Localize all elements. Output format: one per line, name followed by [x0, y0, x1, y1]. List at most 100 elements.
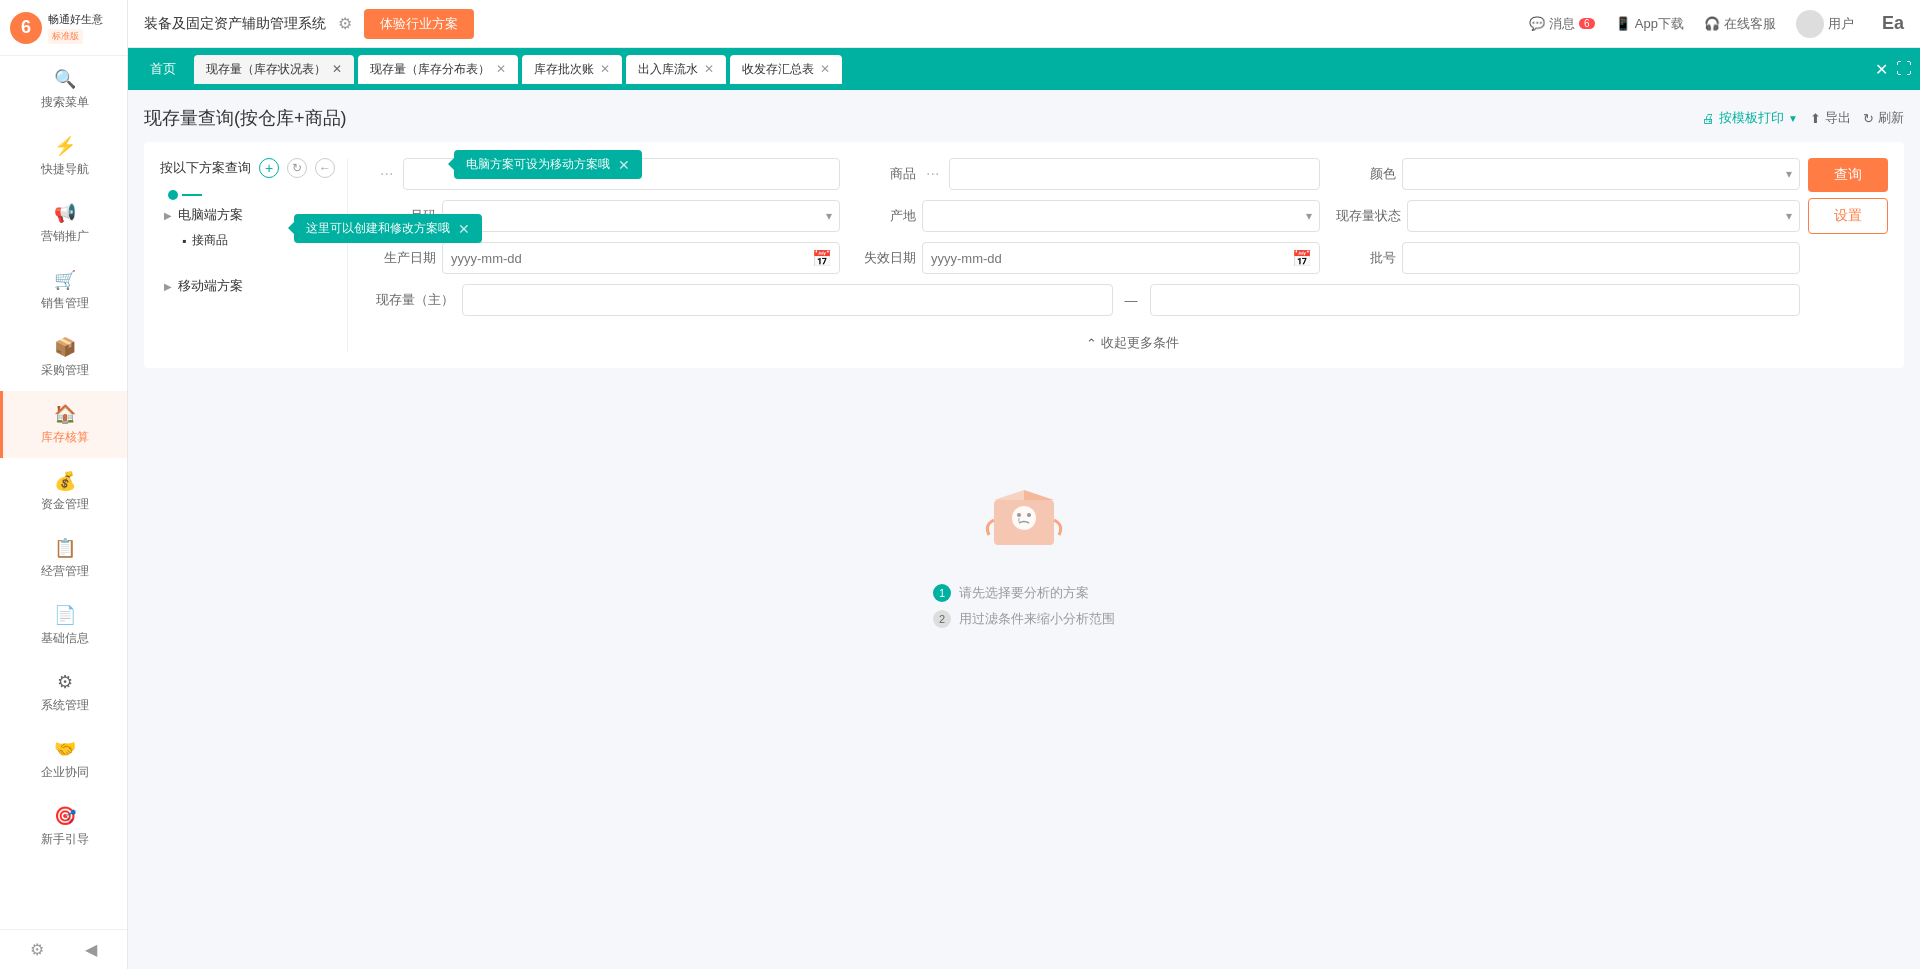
- stock-status-input[interactable]: [1407, 200, 1800, 232]
- sidebar-item-quick[interactable]: ⚡ 快捷导航: [0, 123, 127, 190]
- sidebar-item-marketing[interactable]: 📢 营销推广: [0, 190, 127, 257]
- message-icon: 💬: [1529, 16, 1545, 31]
- tab-batch-account[interactable]: 库存批次账 ✕: [522, 55, 622, 84]
- goods-select-wrap: [949, 158, 1320, 190]
- industry-plan-button[interactable]: 体验行业方案: [364, 9, 474, 39]
- tab-close-summary[interactable]: ✕: [820, 62, 830, 76]
- sidebar-item-inventory[interactable]: 🏠 库存核算: [0, 391, 127, 458]
- color-select-wrap: ▾: [1402, 158, 1800, 190]
- marketing-icon: 📢: [54, 202, 76, 224]
- tab-close-inventory-distribution[interactable]: ✕: [496, 62, 506, 76]
- batch-input[interactable]: [1402, 242, 1800, 274]
- tab-inout-flow[interactable]: 出入库流水 ✕: [626, 55, 726, 84]
- sidebar-item-guide[interactable]: 🎯 新手引导: [0, 793, 127, 860]
- color-input[interactable]: [1402, 158, 1800, 190]
- back-scheme-button[interactable]: ←: [315, 158, 335, 178]
- scheme-item-mobile[interactable]: ▶ 移动端方案: [160, 275, 335, 297]
- logo-area: 6 畅通好生意 标准版: [0, 0, 127, 56]
- app-download-button[interactable]: 📱 App下载: [1615, 15, 1684, 33]
- settings-icon[interactable]: ⚙: [338, 14, 352, 33]
- topbar-left: 装备及固定资产辅助管理系统 ⚙ 体验行业方案: [144, 9, 474, 39]
- empty-svg: [974, 460, 1074, 560]
- set-button[interactable]: 设置: [1808, 198, 1888, 234]
- refresh-button[interactable]: ↻ 刷新: [1863, 109, 1904, 127]
- chevron-down-icon: ▼: [1788, 113, 1798, 124]
- collab-icon: 🤝: [54, 738, 76, 760]
- tab-inventory-distribution[interactable]: 现存量（库存分布表） ✕: [358, 55, 518, 84]
- tab-close-batch-account[interactable]: ✕: [600, 62, 610, 76]
- tab-close-inventory-status[interactable]: ✕: [332, 62, 342, 76]
- goods-input[interactable]: [949, 158, 1320, 190]
- quick-icon: ⚡: [54, 135, 76, 157]
- avatar-icon: [1796, 10, 1824, 38]
- sidebar-item-search[interactable]: 🔍 搜索菜单: [0, 56, 127, 123]
- size-input[interactable]: [442, 200, 840, 232]
- message-button[interactable]: 💬 消息 6: [1529, 15, 1595, 33]
- prod-date-calendar-icon[interactable]: 📅: [812, 249, 832, 268]
- export-icon: ⬆: [1810, 111, 1821, 126]
- sidebar-item-purchase[interactable]: 📦 采购管理: [0, 324, 127, 391]
- sidebar-item-sales[interactable]: 🛒 销售管理: [0, 257, 127, 324]
- stock-main-from-input[interactable]: [462, 284, 1113, 316]
- refresh-scheme-button[interactable]: ↻: [287, 158, 307, 178]
- settings-bottom-icon[interactable]: ⚙: [30, 940, 44, 959]
- tooltip-scheme-edit: 这里可以创建和修改方案哦 ✕: [294, 214, 482, 243]
- filter-right: ··· 商品 ···: [360, 158, 1888, 352]
- tab-inventory-status[interactable]: 现存量（库存状况表） ✕: [194, 55, 354, 84]
- system-name: 装备及固定资产辅助管理系统: [144, 15, 326, 33]
- tab-fullscreen-icon[interactable]: ⛶: [1896, 60, 1912, 78]
- search-buttons: 查询 设置: [1808, 158, 1888, 234]
- page-header: 现存量查询(按仓库+商品) 🖨 按模板打印 ▼ ⬆ 导出 ↻ 刷新: [144, 106, 1904, 130]
- empty-tips: 1 请先选择要分析的方案 2 用过滤条件来缩小分析范围: [933, 580, 1115, 632]
- main-content: 装备及固定资产辅助管理系统 ⚙ 体验行业方案 💬 消息 6 📱 App下载 🎧 …: [128, 0, 1920, 969]
- printer-icon: 🖨: [1702, 111, 1715, 126]
- chevron-up-icon: ⌃: [1086, 336, 1097, 351]
- guide-icon: 🎯: [54, 805, 76, 827]
- filter-actions: ⌃ 收起更多条件: [376, 334, 1888, 352]
- tabbar-end: ✕ ⛶: [1875, 60, 1912, 79]
- arrow-icon-mobile: ▶: [164, 281, 172, 292]
- tab-close-inout-flow[interactable]: ✕: [704, 62, 714, 76]
- stock-main-to-input[interactable]: [1150, 284, 1801, 316]
- sidebar-item-collab[interactable]: 🤝 企业协同: [0, 726, 127, 793]
- refresh-icon: ↻: [1863, 111, 1874, 126]
- origin-select-wrap: ▾: [922, 200, 1320, 232]
- template-print-button[interactable]: 🖨 按模板打印 ▼: [1702, 109, 1798, 127]
- sidebar-bottom: ⚙ ◀: [0, 929, 127, 969]
- tab-summary[interactable]: 收发存汇总表 ✕: [730, 55, 842, 84]
- tooltip2-close[interactable]: ✕: [458, 221, 470, 237]
- goods-dots[interactable]: ···: [926, 165, 939, 183]
- tabbar: 首页 现存量（库存状况表） ✕ 现存量（库存分布表） ✕ 库存批次账 ✕ 出入库…: [128, 48, 1920, 90]
- tab-close-all-icon[interactable]: ✕: [1875, 60, 1888, 79]
- scheme-section: 按以下方案查询 + ↻ ← ▶: [160, 158, 348, 352]
- tip-num-2: 2: [933, 610, 951, 628]
- add-scheme-button[interactable]: +: [259, 158, 279, 178]
- svg-marker-1: [994, 490, 1024, 500]
- search-button[interactable]: 查询: [1808, 158, 1888, 192]
- export-button[interactable]: ⬆ 导出: [1810, 109, 1851, 127]
- collapse-button[interactable]: ⌃ 收起更多条件: [1086, 334, 1179, 352]
- sub-arrow: ▪: [182, 234, 186, 248]
- expire-date-input[interactable]: [922, 242, 1320, 274]
- collapse-sidebar-icon[interactable]: ◀: [85, 940, 97, 959]
- expire-date-calendar-icon[interactable]: 📅: [1292, 249, 1312, 268]
- prod-date-input[interactable]: [442, 242, 840, 274]
- sidebar-item-finance[interactable]: 💰 资金管理: [0, 458, 127, 525]
- prod-date-field: 生产日期 📅: [376, 242, 840, 274]
- warehouse-dots[interactable]: ···: [380, 165, 393, 183]
- user-avatar[interactable]: 用户: [1796, 10, 1854, 38]
- logo-text: 畅通好生意 标准版: [48, 12, 103, 44]
- tab-home[interactable]: 首页: [136, 54, 190, 84]
- finance-icon: 💰: [54, 470, 76, 492]
- origin-input[interactable]: [922, 200, 1320, 232]
- basic-icon: 📄: [54, 604, 76, 626]
- sidebar-item-basic[interactable]: 📄 基础信息: [0, 592, 127, 659]
- tooltip1-close[interactable]: ✕: [618, 157, 630, 173]
- sidebar-item-system[interactable]: ⚙ 系统管理: [0, 659, 127, 726]
- online-service-button[interactable]: 🎧 在线客服: [1704, 15, 1776, 33]
- headset-icon: 🎧: [1704, 16, 1720, 31]
- svg-marker-2: [1024, 490, 1054, 500]
- batch-field: 批号: [1336, 242, 1800, 274]
- goods-field: 商品 ···: [856, 158, 1320, 190]
- sidebar-item-operations[interactable]: 📋 经营管理: [0, 525, 127, 592]
